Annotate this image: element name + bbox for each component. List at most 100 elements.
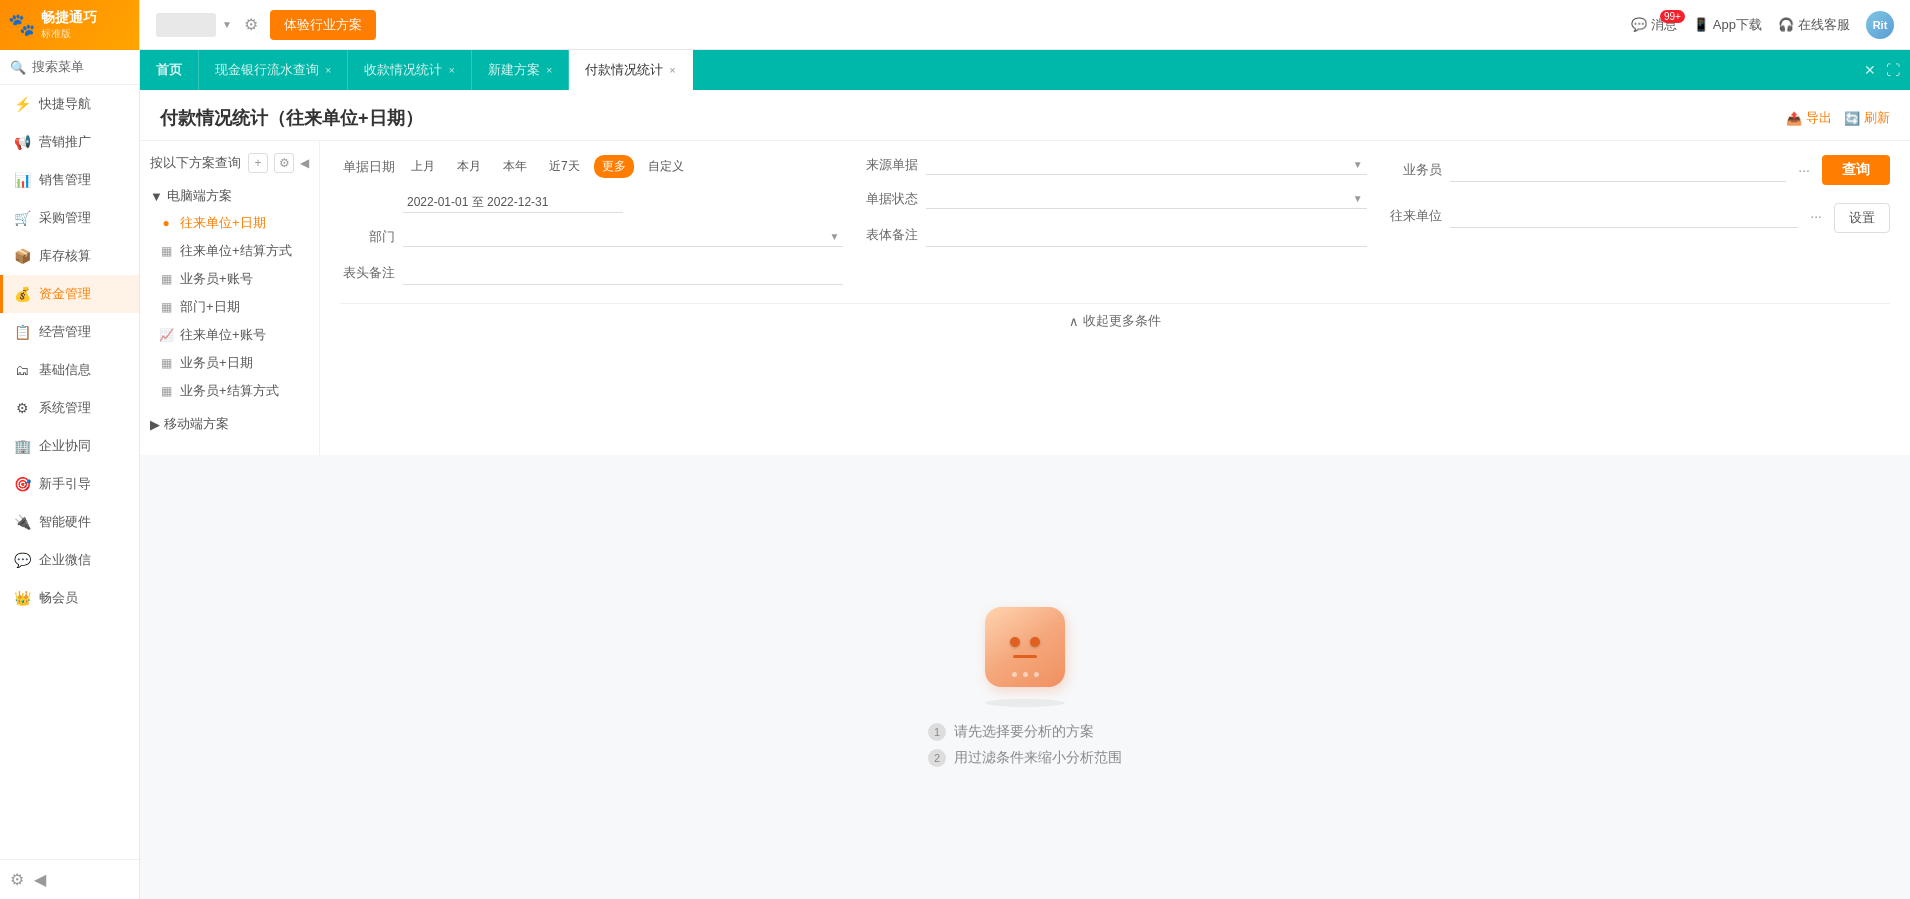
sidebar-item-member[interactable]: 👑 畅会员	[0, 579, 139, 617]
sidebar-search[interactable]: 🔍 搜索菜单	[0, 50, 139, 85]
scheme-salesperson-settlement[interactable]: ▦ 业务员+结算方式	[150, 377, 309, 405]
dept-select[interactable]: ▼	[403, 227, 843, 247]
tab-bank-flow-label: 现金银行流水查询	[215, 61, 319, 79]
query-btn[interactable]: 查询	[1822, 155, 1890, 185]
salesperson-ellipsis-btn[interactable]: ···	[1794, 158, 1814, 182]
export-btn[interactable]: 📤 导出	[1786, 109, 1832, 127]
basic-info-icon: 🗂	[13, 361, 31, 379]
date-btn-custom[interactable]: 自定义	[640, 155, 692, 178]
date-btn-7days[interactable]: 近7天	[541, 155, 588, 178]
pc-group-label: 电脑端方案	[167, 187, 232, 205]
panel-collapse-btn[interactable]: ◀	[300, 156, 309, 170]
tab-home[interactable]: 首页	[140, 50, 199, 90]
body-note-input[interactable]	[926, 223, 1366, 247]
sidebar-item-system[interactable]: ⚙ 系统管理	[0, 389, 139, 427]
filter-item-status: 单据状态 ▼	[863, 189, 1366, 209]
scheme-salesperson-account[interactable]: ▦ 业务员+账号	[150, 265, 309, 293]
tab-income-stats-close[interactable]: ×	[448, 64, 454, 76]
finance-icon: 💰	[13, 285, 31, 303]
filter-item-source: 来源单据 ▼	[863, 155, 1366, 175]
sidebar-version: 标准版	[41, 27, 97, 41]
refresh-icon: 🔄	[1844, 111, 1860, 126]
tab-bank-flow[interactable]: 现金银行流水查询 ×	[199, 50, 348, 90]
sidebar-item-inventory[interactable]: 📦 库存核算	[0, 237, 139, 275]
collapse-more-btn[interactable]: ∧ 收起更多条件	[340, 303, 1890, 338]
counterpart-input[interactable]	[1450, 204, 1799, 228]
date-btn-this-month[interactable]: 本月	[449, 155, 489, 178]
messages-btn[interactable]: 💬 消息 99+	[1631, 16, 1677, 34]
empty-tip-1-text: 请先选择要分析的方案	[954, 723, 1094, 741]
mobile-group-header[interactable]: ▶ 移动端方案	[150, 411, 309, 437]
sidebar-item-guide[interactable]: 🎯 新手引导	[0, 465, 139, 503]
sidebar-item-quick-nav[interactable]: ⚡ 快捷导航	[0, 85, 139, 123]
tab-new-scheme-close[interactable]: ×	[546, 64, 552, 76]
collapse-more-label: 收起更多条件	[1083, 312, 1161, 330]
tab-expand-icon[interactable]: ⛶	[1886, 62, 1900, 78]
scheme-partner-settlement[interactable]: ▦ 往来单位+结算方式	[150, 237, 309, 265]
tab-bar: 首页 现金银行流水查询 × 收款情况统计 × 新建方案 × 付款情况统计 × ✕…	[140, 50, 1910, 90]
export-icon: 📤	[1786, 111, 1802, 126]
scheme-dept-date[interactable]: ▦ 部门+日期	[150, 293, 309, 321]
refresh-btn[interactable]: 🔄 刷新	[1844, 109, 1890, 127]
filter-area: 按以下方案查询 + ⚙ ◀ ▼ 电脑端方案	[140, 141, 1910, 455]
sidebar-item-label: 基础信息	[39, 361, 91, 379]
scheme-settings-btn[interactable]: ⚙	[274, 153, 294, 173]
footer-collapse-icon[interactable]: ◀	[34, 870, 46, 889]
tab-bank-flow-close[interactable]: ×	[325, 64, 331, 76]
empty-tip-2-text: 用过滤条件来缩小分析范围	[954, 749, 1122, 767]
topbar-avatar[interactable]: Rit	[1866, 11, 1894, 39]
sidebar-item-enterprise[interactable]: 🏢 企业协同	[0, 427, 139, 465]
date-range-input[interactable]: 2022-01-01 至 2022-12-31	[403, 192, 623, 213]
salesperson-input[interactable]	[1450, 158, 1787, 182]
tab-income-stats[interactable]: 收款情况统计 ×	[348, 50, 471, 90]
inventory-icon: 📦	[13, 247, 31, 265]
sidebar-item-hardware[interactable]: 🔌 智能硬件	[0, 503, 139, 541]
add-scheme-btn[interactable]: +	[248, 153, 268, 173]
trial-btn[interactable]: 体验行业方案	[270, 10, 376, 40]
date-btn-more[interactable]: 更多	[594, 155, 634, 178]
topbar-dropdown-icon[interactable]: ▼	[222, 19, 232, 30]
app-download-btn[interactable]: 📱 App下载	[1693, 16, 1762, 34]
tab-close-all-icon[interactable]: ✕	[1864, 62, 1876, 78]
sales-icon: 📊	[13, 171, 31, 189]
sidebar-item-marketing[interactable]: 📢 营销推广	[0, 123, 139, 161]
main-area: ▼ ⚙ 体验行业方案 💬 消息 99+ 📱 App下载 🎧 在线客服 Rit	[140, 0, 1910, 899]
online-service-label: 在线客服	[1798, 16, 1850, 34]
tab-payment-stats-close[interactable]: ×	[669, 64, 675, 76]
scheme-icon: ▦	[158, 243, 174, 259]
empty-tip-1: 1 请先选择要分析的方案	[928, 723, 1122, 741]
scheme-salesperson-date[interactable]: ▦ 业务员+日期	[150, 349, 309, 377]
counterpart-ellipsis-btn[interactable]: ···	[1806, 204, 1826, 228]
scheme-partner-date[interactable]: ● 往来单位+日期	[150, 209, 309, 237]
tab-payment-stats[interactable]: 付款情况统计 ×	[569, 50, 692, 90]
scheme-icon: ▦	[158, 355, 174, 371]
online-service-btn[interactable]: 🎧 在线客服	[1778, 16, 1850, 34]
date-btn-last-month[interactable]: 上月	[403, 155, 443, 178]
member-icon: 👑	[13, 589, 31, 607]
sidebar-logo-text: 畅捷通巧	[41, 9, 97, 27]
date-btn-this-year[interactable]: 本年	[495, 155, 535, 178]
sidebar-item-operations[interactable]: 📋 经营管理	[0, 313, 139, 351]
header-note-input[interactable]	[403, 261, 843, 285]
sidebar-item-finance[interactable]: 💰 资金管理	[0, 275, 139, 313]
topbar-settings-icon[interactable]: ⚙	[244, 15, 258, 34]
wechat-icon: 💬	[13, 551, 31, 569]
page-title: 付款情况统计（往来单位+日期）	[160, 106, 423, 130]
sidebar-item-wechat[interactable]: 💬 企业微信	[0, 541, 139, 579]
left-scheme-panel: 按以下方案查询 + ⚙ ◀ ▼ 电脑端方案	[140, 141, 320, 455]
source-select[interactable]: ▼	[926, 155, 1366, 175]
settings-btn[interactable]: 设置	[1834, 203, 1890, 233]
footer-settings-icon[interactable]: ⚙	[10, 870, 24, 889]
system-icon: ⚙	[13, 399, 31, 417]
scheme-label: 部门+日期	[180, 298, 240, 316]
pc-scheme-group: ▼ 电脑端方案 ● 往来单位+日期 ▦ 往来单位+结算方式 ▦ 业务员+账号	[150, 183, 309, 405]
topbar-user[interactable]: ▼	[156, 13, 232, 37]
sidebar-item-sales[interactable]: 📊 销售管理	[0, 161, 139, 199]
sidebar-item-purchase[interactable]: 🛒 采购管理	[0, 199, 139, 237]
pc-group-header[interactable]: ▼ 电脑端方案	[150, 183, 309, 209]
scheme-chart-icon: 📈	[158, 327, 174, 343]
sidebar-item-basic-info[interactable]: 🗂 基础信息	[0, 351, 139, 389]
status-select[interactable]: ▼	[926, 189, 1366, 209]
scheme-partner-account[interactable]: 📈 往来单位+账号	[150, 321, 309, 349]
tab-new-scheme[interactable]: 新建方案 ×	[472, 50, 569, 90]
